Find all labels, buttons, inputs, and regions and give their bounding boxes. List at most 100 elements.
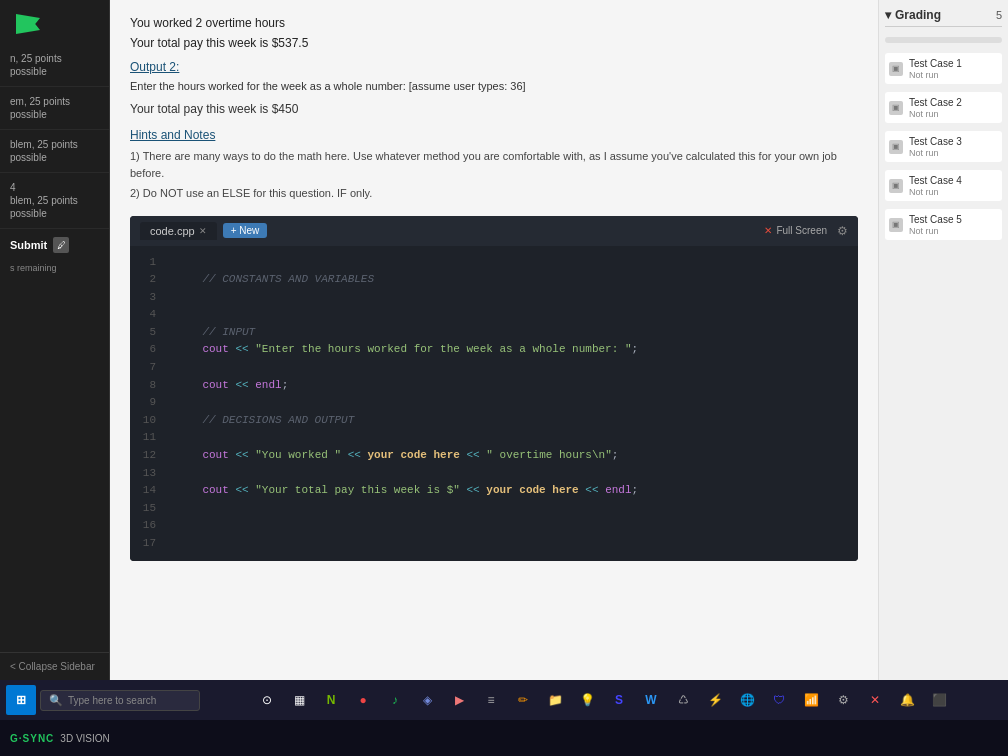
code-line-4 bbox=[176, 306, 848, 324]
taskbar-search-box[interactable]: 🔍 Type here to search bbox=[40, 690, 200, 711]
test-case-5-icon: ▣ bbox=[889, 218, 903, 232]
code-line-9 bbox=[176, 394, 848, 412]
taskbar-icon-pen[interactable]: ✏ bbox=[510, 687, 536, 713]
test-case-3-icon: ▣ bbox=[889, 140, 903, 154]
code-line-16 bbox=[176, 517, 848, 535]
editor-toolbar-right: ✕ Full Screen ⚙ bbox=[764, 224, 848, 238]
code-line-5: // INPUT bbox=[176, 324, 848, 342]
taskbar-icon-shield[interactable]: 🛡 bbox=[766, 687, 792, 713]
bottom-bar: G·SYNC 3D VISION bbox=[0, 720, 1008, 756]
test-case-item-2[interactable]: ▣ Test Case 2 Not run bbox=[885, 92, 1002, 123]
grading-panel: ▾ Grading 5 ▣ Test Case 1 Not run ▣ Test… bbox=[878, 0, 1008, 680]
output2-label: Output 2: bbox=[130, 60, 858, 74]
taskbar-icon-square[interactable]: ⬛ bbox=[926, 687, 952, 713]
code-line-2: // CONSTANTS AND VARIABLES bbox=[176, 271, 848, 289]
sidebar-item-2[interactable]: em, 25 points possible bbox=[0, 87, 109, 130]
taskbar-icon-gear[interactable]: ⚙ bbox=[830, 687, 856, 713]
test-case-2-label: Test Case 2 bbox=[909, 96, 962, 109]
test-case-4-icon: ▣ bbox=[889, 179, 903, 193]
code-editor: code.cpp ✕ + New ✕ Full Screen ⚙ 1234 56 bbox=[130, 216, 858, 561]
code-area[interactable]: // CONSTANTS AND VARIABLES // INPUT cout… bbox=[166, 254, 858, 553]
code-line-3 bbox=[176, 289, 848, 307]
output2-result: Your total pay this week is $450 bbox=[130, 102, 858, 116]
editor-tab-code[interactable]: code.cpp ✕ bbox=[140, 222, 217, 240]
hint2-text: 2) Do NOT use an ELSE for this question.… bbox=[130, 185, 858, 202]
taskbar-icon-grid[interactable]: ▦ bbox=[286, 687, 312, 713]
test-case-5-status: Not run bbox=[909, 226, 962, 236]
test-case-4-status: Not run bbox=[909, 187, 962, 197]
code-line-6: cout << "Enter the hours worked for the … bbox=[176, 341, 848, 359]
taskbar-icon-media[interactable]: ▶ bbox=[446, 687, 472, 713]
test-case-2-status: Not run bbox=[909, 109, 962, 119]
sidebar: n, 25 points possible em, 25 points poss… bbox=[0, 0, 110, 680]
taskbar-icon-menu[interactable]: ≡ bbox=[478, 687, 504, 713]
test-case-3-status: Not run bbox=[909, 148, 962, 158]
taskbar-icon-discord[interactable]: ◈ bbox=[414, 687, 440, 713]
taskbar-icon-bolt[interactable]: ⚡ bbox=[702, 687, 728, 713]
code-line-10: // DECISIONS AND OUTPUT bbox=[176, 412, 848, 430]
taskbar-icon-signal[interactable]: 📶 bbox=[798, 687, 824, 713]
test-case-1-status: Not run bbox=[909, 70, 962, 80]
line2-text: Your total pay this week is $537.5 bbox=[130, 36, 858, 50]
test-case-item-5[interactable]: ▣ Test Case 5 Not run bbox=[885, 209, 1002, 240]
code-line-17 bbox=[176, 535, 848, 553]
editor-toolbar: code.cpp ✕ + New ✕ Full Screen ⚙ bbox=[130, 216, 858, 246]
submit-section: Submit 🖊 bbox=[0, 229, 109, 261]
flag-icon bbox=[16, 14, 40, 34]
remaining-label: s remaining bbox=[0, 261, 109, 275]
taskbar-icon-w[interactable]: W bbox=[638, 687, 664, 713]
taskbar-icon-nvidia[interactable]: N bbox=[318, 687, 344, 713]
main-content: You worked 2 overtime hours Your total p… bbox=[110, 0, 878, 680]
test-case-item-1[interactable]: ▣ Test Case 1 Not run bbox=[885, 53, 1002, 84]
line1-text: You worked 2 overtime hours bbox=[130, 16, 858, 30]
sidebar-item-1[interactable]: n, 25 points possible bbox=[0, 44, 109, 87]
taskbar: ⊞ 🔍 Type here to search ⊙ ▦ N ● ♪ ◈ ▶ ≡ … bbox=[0, 680, 1008, 720]
start-button[interactable]: ⊞ bbox=[6, 685, 36, 715]
test-case-item-4[interactable]: ▣ Test Case 4 Not run bbox=[885, 170, 1002, 201]
code-line-7 bbox=[176, 359, 848, 377]
output2-prompt: Enter the hours worked for the week as a… bbox=[130, 80, 858, 92]
taskbar-icon-bell[interactable]: 🔔 bbox=[894, 687, 920, 713]
test-case-5-label: Test Case 5 bbox=[909, 213, 962, 226]
submit-icon: 🖊 bbox=[53, 237, 69, 253]
taskbar-icons: ⊙ ▦ N ● ♪ ◈ ▶ ≡ ✏ 📁 💡 S W ♺ ⚡ 🌐 🛡 📶 ⚙ ✕ … bbox=[204, 687, 1002, 713]
taskbar-icon-globe[interactable]: 🌐 bbox=[734, 687, 760, 713]
test-case-4-label: Test Case 4 bbox=[909, 174, 962, 187]
fullscreen-button[interactable]: ✕ Full Screen bbox=[764, 225, 827, 236]
code-line-8: cout << endl; bbox=[176, 377, 848, 395]
collapse-sidebar-button[interactable]: < Collapse Sidebar bbox=[0, 652, 109, 680]
gear-icon[interactable]: ⚙ bbox=[837, 224, 848, 238]
code-line-12: cout << "You worked " << your code here … bbox=[176, 447, 848, 465]
code-line-13 bbox=[176, 465, 848, 483]
test-case-2-icon: ▣ bbox=[889, 101, 903, 115]
test-case-1-icon: ▣ bbox=[889, 62, 903, 76]
test-case-item-3[interactable]: ▣ Test Case 3 Not run bbox=[885, 131, 1002, 162]
taskbar-icon-idea[interactable]: 💡 bbox=[574, 687, 600, 713]
fullscreen-icon: ✕ bbox=[764, 225, 772, 236]
new-tab-button[interactable]: + New bbox=[223, 223, 268, 238]
windows-icon: ⊞ bbox=[16, 693, 26, 707]
brand-3dvision: 3D VISION bbox=[60, 733, 109, 744]
grading-progress-bar bbox=[885, 37, 1002, 43]
grading-title: ▾ Grading bbox=[885, 8, 941, 22]
grading-score: 5 bbox=[996, 9, 1002, 21]
sidebar-item-4[interactable]: 4 blem, 25 points possible bbox=[0, 173, 109, 229]
code-line-11 bbox=[176, 429, 848, 447]
grading-header: ▾ Grading 5 bbox=[885, 8, 1002, 27]
taskbar-icon-s[interactable]: S bbox=[606, 687, 632, 713]
test-case-1-label: Test Case 1 bbox=[909, 57, 962, 70]
search-icon: 🔍 bbox=[49, 694, 63, 707]
taskbar-icon-x[interactable]: ✕ bbox=[862, 687, 888, 713]
taskbar-icon-folder[interactable]: 📁 bbox=[542, 687, 568, 713]
tab-close-icon[interactable]: ✕ bbox=[199, 226, 207, 236]
line-numbers: 1234 5678 9101112 1314151617 bbox=[130, 254, 166, 553]
hints-label: Hints and Notes bbox=[130, 128, 858, 142]
brand-gsync: G·SYNC bbox=[10, 733, 54, 744]
taskbar-icon-circle[interactable]: ⊙ bbox=[254, 687, 280, 713]
code-line-15 bbox=[176, 500, 848, 518]
sidebar-item-3[interactable]: blem, 25 points possible bbox=[0, 130, 109, 173]
taskbar-icon-browser[interactable]: ● bbox=[350, 687, 376, 713]
editor-tabs: code.cpp ✕ + New bbox=[140, 222, 267, 240]
taskbar-icon-recycle[interactable]: ♺ bbox=[670, 687, 696, 713]
taskbar-icon-music[interactable]: ♪ bbox=[382, 687, 408, 713]
